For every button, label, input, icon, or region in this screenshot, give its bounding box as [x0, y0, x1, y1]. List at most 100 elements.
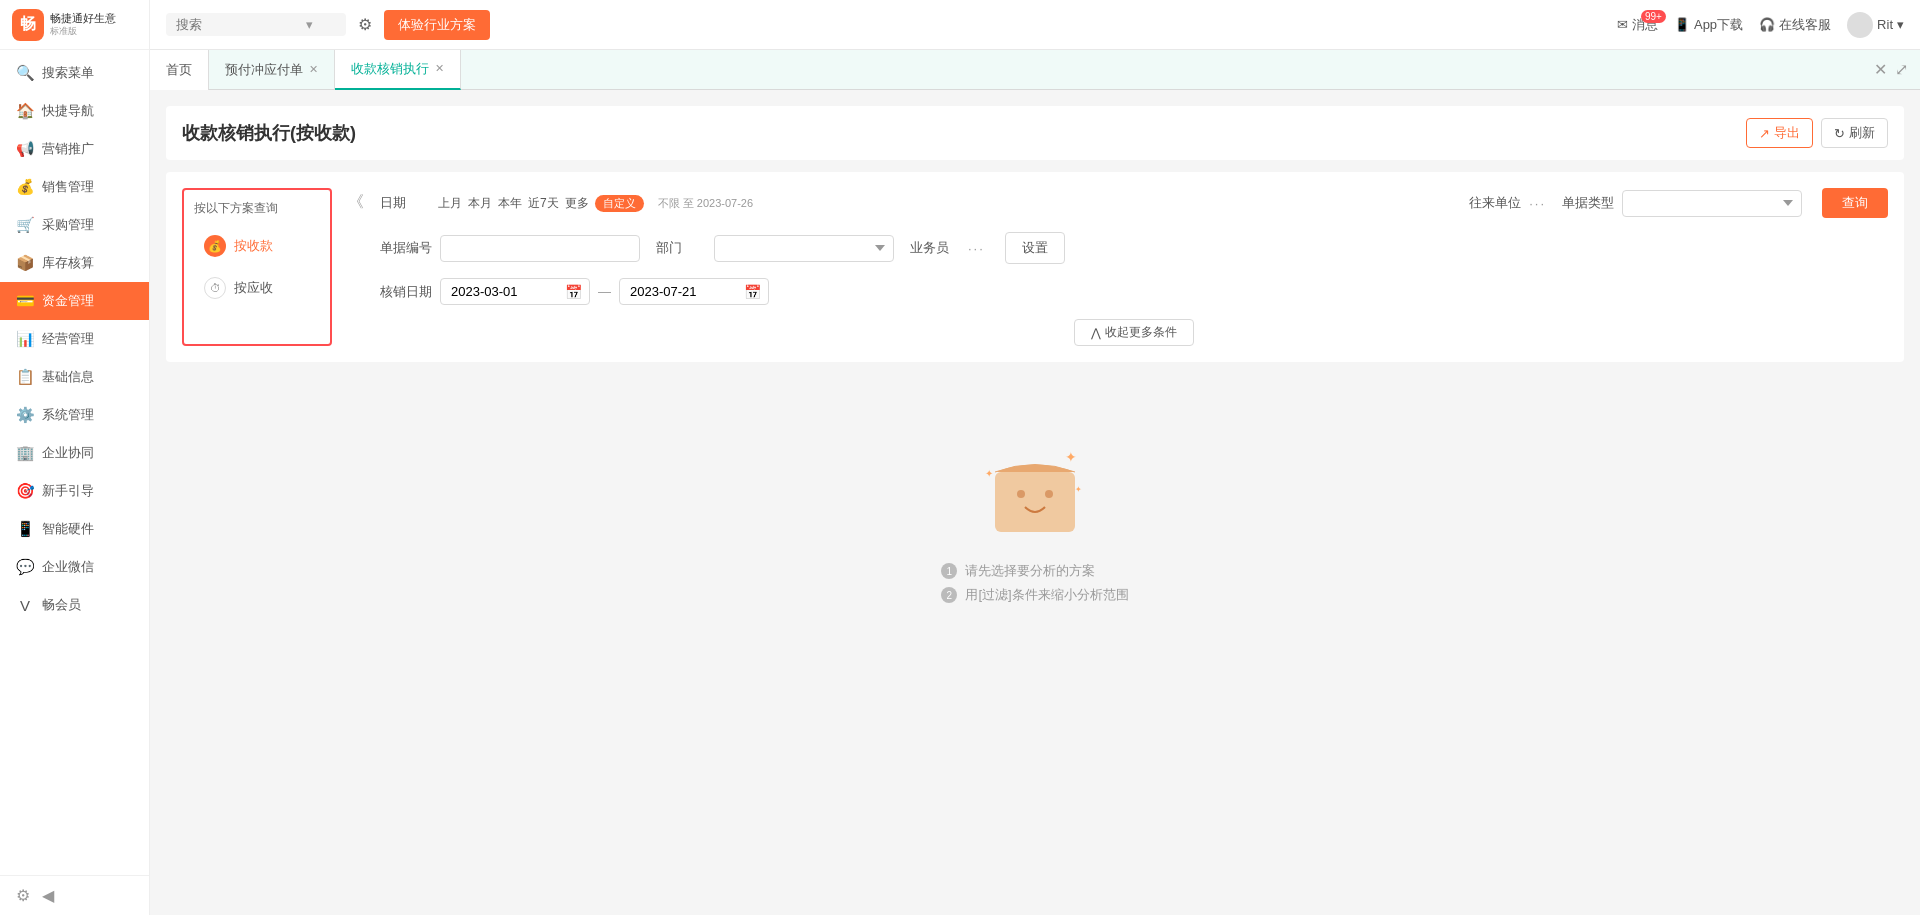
search-input[interactable]	[176, 17, 306, 32]
collapse-more-button[interactable]: ⋀ 收起更多条件	[1074, 319, 1194, 346]
tab-prepay[interactable]: 预付冲应付单 ✕	[209, 50, 335, 90]
sidebar-item-inventory[interactable]: 📦 库存核算	[0, 244, 149, 282]
refresh-label: 刷新	[1849, 124, 1875, 142]
export-button[interactable]: ↗ 导出	[1746, 118, 1813, 148]
date-shortcut-7days[interactable]: 近7天	[528, 195, 559, 212]
refresh-icon: ↻	[1834, 126, 1845, 141]
filter-row-1: 日期 上月 本月 本年 近7天 更多 自定义 不限 至 2023-07-26 往…	[380, 188, 1888, 218]
filter-option-by-receipt[interactable]: 💰 按收款	[194, 227, 320, 265]
sidebar-item-system[interactable]: ⚙️ 系统管理	[0, 396, 149, 434]
close-all-tabs-icon[interactable]: ✕	[1874, 60, 1887, 79]
step1-text: 请先选择要分析的方案	[965, 562, 1095, 580]
expand-icon[interactable]: ⤢	[1895, 60, 1908, 79]
write-off-date-field: 核销日期 📅 — 📅	[380, 278, 769, 305]
topbar-search-wrapper[interactable]: ▾	[166, 13, 346, 36]
tab-receipt-write-off[interactable]: 收款核销执行 ✕	[335, 50, 461, 90]
sidebar-item-sales[interactable]: 💰 销售管理	[0, 168, 149, 206]
guide-nav-icon: 🎯	[16, 482, 34, 500]
date-label: 日期	[380, 194, 430, 212]
enterprise-nav-label: 企业协同	[42, 444, 94, 462]
page-title: 收款核销执行(按收款)	[182, 121, 356, 145]
filter-option-by-receivable[interactable]: ⏱ 按应收	[194, 269, 320, 307]
date-field: 日期 上月 本月 本年 近7天 更多 自定义 不限 至 2023-07-26	[380, 194, 753, 212]
filter-fields: 日期 上月 本月 本年 近7天 更多 自定义 不限 至 2023-07-26 往…	[380, 188, 1888, 346]
sidebar-item-basic[interactable]: 📋 基础信息	[0, 358, 149, 396]
query-button[interactable]: 查询	[1822, 188, 1888, 218]
collapse-sidebar-icon[interactable]: ◀	[42, 886, 54, 905]
date-shortcut-more[interactable]: 更多	[565, 195, 589, 212]
calendar-end-icon[interactable]: 📅	[744, 284, 761, 300]
date-shortcut-this-year[interactable]: 本年	[498, 195, 522, 212]
sidebar-item-search[interactable]: 🔍 搜索菜单	[0, 54, 149, 92]
sidebar-footer: ⚙ ◀	[0, 875, 149, 915]
sidebar-item-hardware[interactable]: 📱 智能硬件	[0, 510, 149, 548]
svg-rect-0	[995, 472, 1075, 532]
tab-receipt-label: 收款核销执行	[351, 60, 429, 78]
tab-prepay-close-icon[interactable]: ✕	[309, 63, 318, 76]
topbar-gear-icon[interactable]: ⚙	[358, 15, 372, 34]
sidebar-item-finance[interactable]: 💳 资金管理	[0, 282, 149, 320]
app-download-button[interactable]: 📱 App下载	[1674, 16, 1743, 34]
sidebar-item-enterprise[interactable]: 🏢 企业协同	[0, 434, 149, 472]
employee-input[interactable]: ···	[968, 241, 985, 256]
empty-svg: ✦ ✦ ✦	[975, 422, 1095, 542]
refresh-button[interactable]: ↻ 刷新	[1821, 118, 1888, 148]
sidebar-item-purchase[interactable]: 🛒 采购管理	[0, 206, 149, 244]
date-shortcut-last-month[interactable]: 上月	[438, 195, 462, 212]
marketing-nav-icon: 📢	[16, 140, 34, 158]
system-nav-icon: ⚙️	[16, 406, 34, 424]
empty-text: 1 请先选择要分析的方案 2 用[过滤]条件来缩小分析范围	[941, 562, 1128, 610]
user-menu-button[interactable]: Rit ▾	[1847, 12, 1904, 38]
tab-home-label: 首页	[166, 61, 192, 79]
tab-receipt-close-icon[interactable]: ✕	[435, 62, 444, 75]
message-button[interactable]: ✉ 消息 99+	[1617, 16, 1658, 34]
solution-button[interactable]: 体验行业方案	[384, 10, 490, 40]
sales-nav-label: 销售管理	[42, 178, 94, 196]
search-chevron-icon[interactable]: ▾	[306, 17, 313, 32]
svg-point-1	[1017, 490, 1025, 498]
online-service-button[interactable]: 🎧 在线客服	[1759, 16, 1831, 34]
write-off-date-label: 核销日期	[380, 283, 432, 301]
settings-gear-icon[interactable]: ⚙	[16, 886, 30, 905]
user-avatar	[1847, 12, 1873, 38]
inventory-nav-icon: 📦	[16, 254, 34, 272]
calendar-start-icon[interactable]: 📅	[565, 284, 582, 300]
export-label: 导出	[1774, 124, 1800, 142]
empty-step1: 1 请先选择要分析的方案	[941, 562, 1128, 580]
sidebar-item-business[interactable]: 📊 经营管理	[0, 320, 149, 358]
settings-button[interactable]: 设置	[1005, 232, 1065, 264]
basic-nav-label: 基础信息	[42, 368, 94, 386]
sidebar-item-quick-nav[interactable]: 🏠 快捷导航	[0, 92, 149, 130]
system-nav-label: 系统管理	[42, 406, 94, 424]
sidebar-item-wechat[interactable]: 💬 企业微信	[0, 548, 149, 586]
date-shortcut-custom[interactable]: 自定义	[595, 195, 644, 212]
by-receivable-icon: ⏱	[204, 277, 226, 299]
tab-home[interactable]: 首页	[150, 50, 209, 90]
filter-scheme-panel: 按以下方案查询 💰 按收款 ⏱ 按应收	[182, 188, 332, 346]
sidebar-item-guide[interactable]: 🎯 新手引导	[0, 472, 149, 510]
sidebar-item-marketing[interactable]: 📢 营销推广	[0, 130, 149, 168]
svg-point-2	[1045, 490, 1053, 498]
doc-no-input[interactable]	[440, 235, 640, 262]
filter-collapse-icon[interactable]: 《	[344, 188, 368, 346]
counterparty-input[interactable]: ···	[1529, 196, 1546, 211]
message-badge: 99+	[1641, 10, 1666, 23]
filter-row-2: 单据编号 部门 业务员 ··· 设置	[380, 232, 1888, 264]
step2-num: 2	[941, 587, 957, 603]
collapse-chevron-icon: ⋀	[1091, 326, 1101, 340]
dept-select[interactable]	[714, 235, 894, 262]
date-shortcuts: 上月 本月 本年 近7天 更多 自定义	[438, 195, 644, 212]
tab-prepay-label: 预付冲应付单	[225, 61, 303, 79]
sidebar-logo: 畅 畅捷通好生意 标准版	[0, 0, 149, 50]
wechat-nav-icon: 💬	[16, 558, 34, 576]
empty-illustration: ✦ ✦ ✦	[975, 422, 1095, 542]
page-header-actions: ↗ 导出 ↻ 刷新	[1746, 118, 1888, 148]
message-icon: ✉	[1617, 17, 1628, 32]
doc-type-select[interactable]	[1622, 190, 1802, 217]
empty-step2: 2 用[过滤]条件来缩小分析范围	[941, 586, 1128, 604]
finance-nav-icon: 💳	[16, 292, 34, 310]
sidebar-item-member[interactable]: V 畅会员	[0, 586, 149, 624]
sidebar-nav: 🔍 搜索菜单 🏠 快捷导航 📢 营销推广 💰 销售管理 🛒 采购管理 📦 库存核…	[0, 50, 149, 875]
logo-badge: 标准版	[50, 25, 116, 38]
date-shortcut-this-month[interactable]: 本月	[468, 195, 492, 212]
